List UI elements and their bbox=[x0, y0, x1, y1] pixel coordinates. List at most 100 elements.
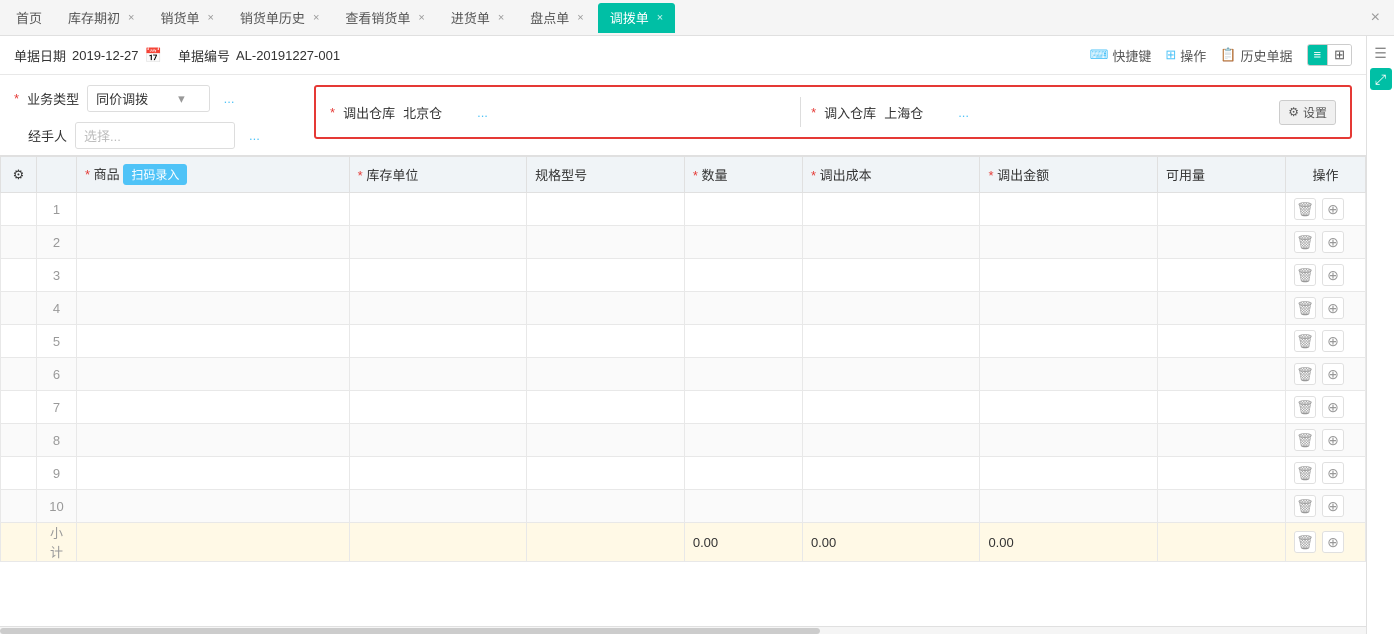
row-product-cell[interactable] bbox=[77, 490, 350, 523]
row-qty-cell bbox=[684, 490, 802, 523]
tab-sales-order-close[interactable]: × bbox=[207, 12, 213, 24]
tab-purchase-order-label: 进货单 bbox=[451, 8, 490, 27]
table-row: 1 🗑 ⊕ bbox=[1, 193, 1366, 226]
row-cost-cell bbox=[802, 391, 980, 424]
horizontal-scrollbar[interactable] bbox=[0, 626, 1366, 634]
tab-view-sales-close[interactable]: × bbox=[418, 12, 424, 24]
copy-row-btn[interactable]: ⊕ bbox=[1322, 198, 1344, 220]
row-spec-cell bbox=[527, 391, 685, 424]
row-product-cell[interactable] bbox=[77, 523, 350, 562]
delete-row-btn[interactable]: 🗑 bbox=[1294, 264, 1316, 286]
row-available-cell bbox=[1157, 259, 1285, 292]
row-qty-cell bbox=[684, 457, 802, 490]
tab-purchase-order[interactable]: 进货单 × bbox=[439, 3, 516, 33]
row-cost-cell bbox=[802, 226, 980, 259]
delete-row-btn[interactable]: 🗑 bbox=[1294, 330, 1316, 352]
row-product-cell[interactable] bbox=[77, 457, 350, 490]
row-product-cell[interactable] bbox=[77, 358, 350, 391]
row-unit-cell bbox=[349, 523, 527, 562]
row-num-cell: 6 bbox=[37, 358, 77, 391]
table-row: 7 🗑 ⊕ bbox=[1, 391, 1366, 424]
delete-row-btn[interactable]: 🗑 bbox=[1294, 396, 1316, 418]
copy-row-btn[interactable]: ⊕ bbox=[1322, 264, 1344, 286]
row-op-cell: 🗑 ⊕ bbox=[1286, 325, 1366, 358]
settings-btn[interactable]: ⚙ 设置 bbox=[1279, 100, 1336, 125]
business-type-select[interactable]: 同价调拨 ▾ bbox=[87, 85, 210, 112]
delete-row-btn[interactable]: 🗑 bbox=[1294, 231, 1316, 253]
scrollbar-thumb[interactable] bbox=[0, 628, 820, 634]
tab-inventory-count-close[interactable]: × bbox=[577, 12, 583, 24]
row-unit-cell bbox=[349, 391, 527, 424]
tab-inventory-init-close[interactable]: × bbox=[128, 12, 134, 24]
row-product-cell[interactable] bbox=[77, 292, 350, 325]
target-warehouse-more-icon[interactable]: ... bbox=[958, 105, 969, 120]
copy-row-btn[interactable]: ⊕ bbox=[1322, 330, 1344, 352]
delete-row-btn[interactable]: 🗑 bbox=[1294, 363, 1316, 385]
row-cost-cell bbox=[802, 292, 980, 325]
tab-sales-history[interactable]: 销货单历史 × bbox=[228, 3, 331, 33]
row-product-cell[interactable] bbox=[77, 424, 350, 457]
handler-select[interactable]: 选择... bbox=[75, 122, 235, 149]
copy-row-btn[interactable]: ⊕ bbox=[1322, 231, 1344, 253]
row-product-cell[interactable] bbox=[77, 259, 350, 292]
history-btn[interactable]: 📋 历史单据 bbox=[1220, 46, 1292, 65]
copy-row-btn[interactable]: ⊕ bbox=[1322, 531, 1344, 553]
row-product-cell[interactable] bbox=[77, 226, 350, 259]
delete-row-btn[interactable]: 🗑 bbox=[1294, 462, 1316, 484]
copy-row-btn[interactable]: ⊕ bbox=[1322, 363, 1344, 385]
scan-btn[interactable]: 扫码录入 bbox=[123, 164, 187, 185]
view-list-btn[interactable]: ≡ bbox=[1308, 45, 1329, 65]
tab-inventory-count[interactable]: 盘点单 × bbox=[518, 3, 595, 33]
view-grid-btn[interactable]: ⊞ bbox=[1328, 45, 1351, 65]
sidebar-expand-icon[interactable]: ⤢ bbox=[1370, 68, 1392, 90]
row-op-cell: 🗑 ⊕ bbox=[1286, 259, 1366, 292]
main-content: 单据日期 2019-12-27 📅 单据编号 AL-20191227-001 ⌨… bbox=[0, 36, 1366, 634]
sidebar-list-icon[interactable]: ☰ bbox=[1370, 42, 1392, 64]
window-close-btn[interactable]: × bbox=[1361, 5, 1390, 31]
row-gear-cell bbox=[1, 358, 37, 391]
tab-purchase-order-close[interactable]: × bbox=[498, 12, 504, 24]
row-gear-cell bbox=[1, 193, 37, 226]
tab-transfer-order[interactable]: 调拨单 × bbox=[598, 3, 675, 33]
row-qty-cell bbox=[684, 391, 802, 424]
row-cost-cell bbox=[802, 193, 980, 226]
row-unit-cell bbox=[349, 226, 527, 259]
row-unit-cell bbox=[349, 193, 527, 226]
tab-inventory-init[interactable]: 库存期初 × bbox=[56, 3, 146, 33]
row-unit-cell bbox=[349, 259, 527, 292]
row-gear-cell bbox=[1, 292, 37, 325]
row-product-cell[interactable] bbox=[77, 391, 350, 424]
row-spec-cell bbox=[527, 490, 685, 523]
row-product-cell[interactable] bbox=[77, 193, 350, 226]
delete-row-btn[interactable]: 🗑 bbox=[1294, 297, 1316, 319]
copy-row-btn[interactable]: ⊕ bbox=[1322, 495, 1344, 517]
th-gear[interactable]: ⚙ bbox=[1, 157, 37, 193]
row-amount-cell bbox=[980, 193, 1158, 226]
delete-row-btn[interactable]: 🗑 bbox=[1294, 429, 1316, 451]
tab-sales-history-close[interactable]: × bbox=[313, 12, 319, 24]
copy-row-btn[interactable]: ⊕ bbox=[1322, 429, 1344, 451]
copy-row-btn[interactable]: ⊕ bbox=[1322, 297, 1344, 319]
delete-row-btn[interactable]: 🗑 bbox=[1294, 198, 1316, 220]
calendar-icon[interactable]: 📅 bbox=[145, 47, 162, 64]
copy-row-btn[interactable]: ⊕ bbox=[1322, 396, 1344, 418]
operations-btn[interactable]: ⊞ 操作 bbox=[1165, 46, 1206, 65]
business-type-more-icon[interactable]: ... bbox=[224, 91, 235, 106]
th-op: 操作 bbox=[1286, 157, 1366, 193]
row-qty-cell bbox=[684, 325, 802, 358]
tab-home[interactable]: 首页 bbox=[4, 3, 54, 33]
doc-date-value: 2019-12-27 bbox=[72, 48, 139, 63]
handler-more-icon[interactable]: ... bbox=[249, 128, 260, 143]
delete-row-btn[interactable]: 🗑 bbox=[1294, 531, 1316, 553]
row-product-cell[interactable] bbox=[77, 325, 350, 358]
tab-view-sales[interactable]: 查看销货单 × bbox=[333, 3, 436, 33]
tab-sales-order[interactable]: 销货单 × bbox=[148, 3, 225, 33]
shortcuts-btn[interactable]: ⌨ 快捷键 bbox=[1090, 46, 1152, 65]
tab-transfer-order-close[interactable]: × bbox=[657, 12, 663, 24]
row-unit-cell bbox=[349, 358, 527, 391]
gear-col-icon: ⚙ bbox=[13, 167, 25, 182]
delete-row-btn[interactable]: 🗑 bbox=[1294, 495, 1316, 517]
source-warehouse-more-icon[interactable]: ... bbox=[477, 105, 488, 120]
th-rownum bbox=[37, 157, 77, 193]
copy-row-btn[interactable]: ⊕ bbox=[1322, 462, 1344, 484]
